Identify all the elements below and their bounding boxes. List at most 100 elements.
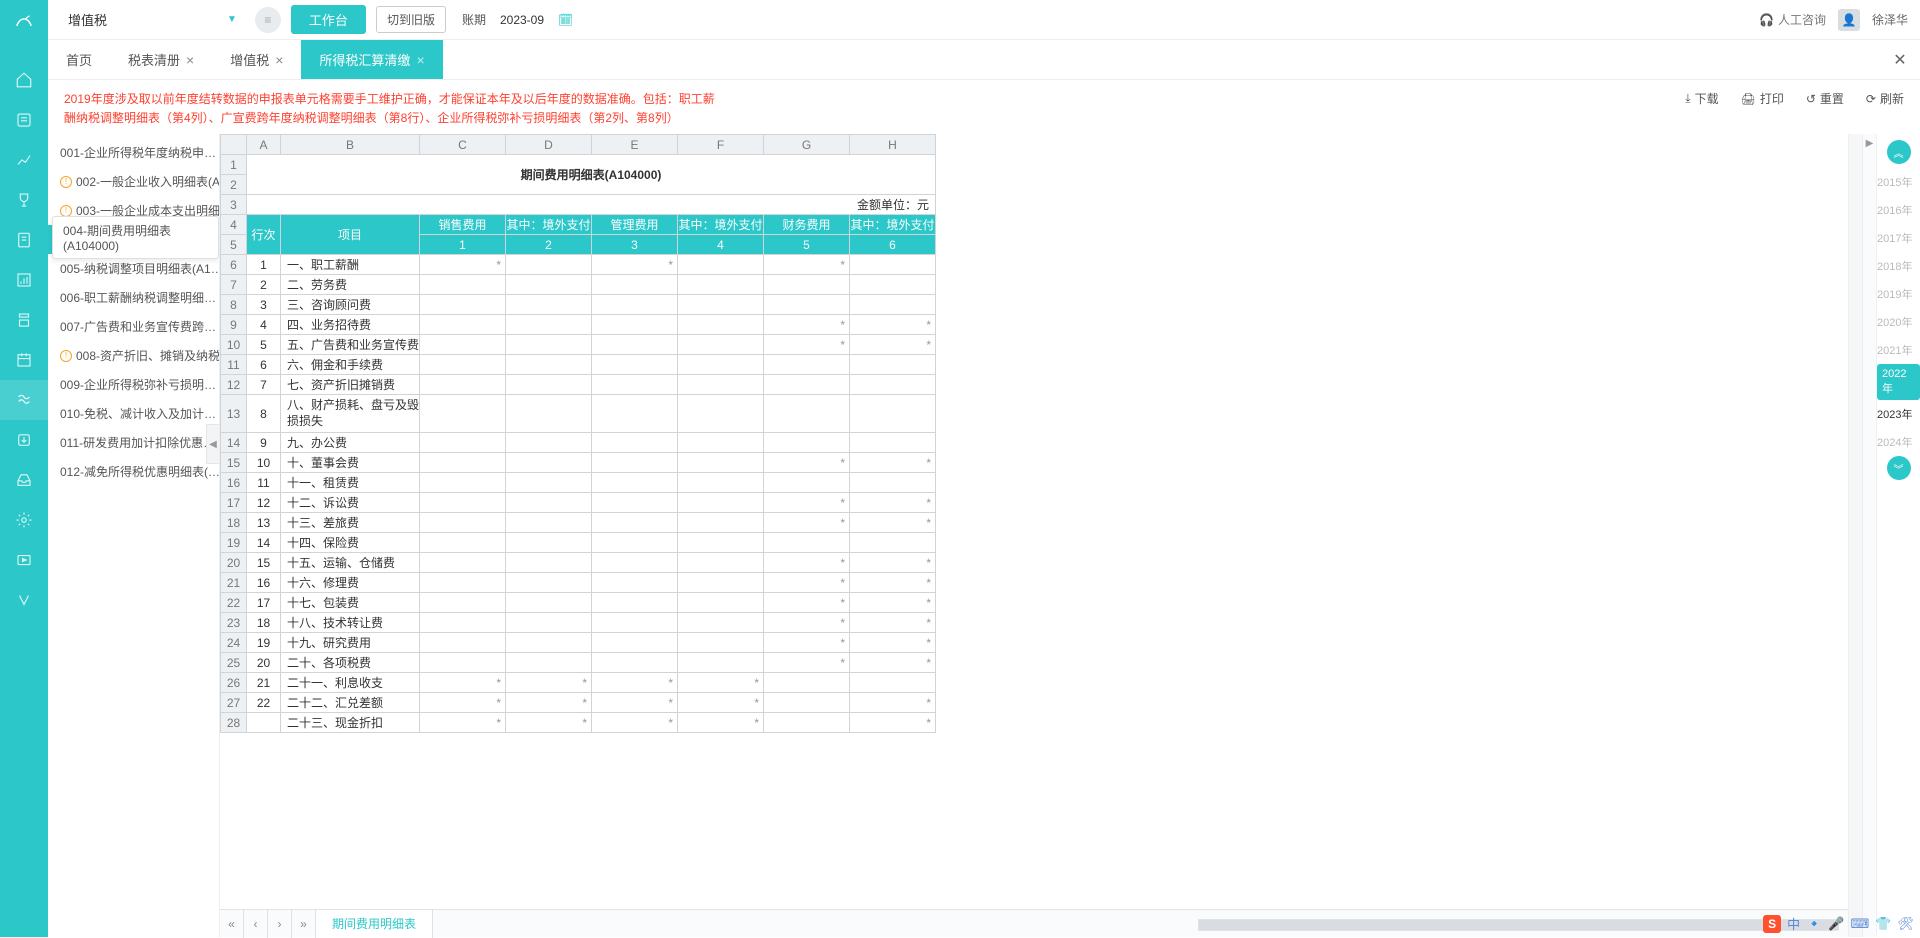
tab-3[interactable]: 所得税汇算清缴×	[301, 40, 442, 79]
cell[interactable]: 10	[247, 453, 281, 473]
cell[interactable]	[850, 355, 936, 375]
cell[interactable]	[420, 493, 506, 513]
cell[interactable]: *	[506, 713, 592, 733]
tab-0[interactable]: 首页	[48, 40, 110, 79]
cell[interactable]	[764, 473, 850, 493]
cell[interactable]: 21	[247, 673, 281, 693]
print-button[interactable]: 🖨打印	[1741, 90, 1784, 107]
form-list-item[interactable]: 009-企业所得税弥补亏损明…	[48, 370, 219, 399]
cell[interactable]	[592, 553, 678, 573]
nav-transfer-icon[interactable]	[0, 420, 48, 460]
cell[interactable]: 2	[247, 275, 281, 295]
cell[interactable]: *	[850, 335, 936, 355]
year-scroll-up[interactable]: ︽	[1887, 140, 1911, 164]
cell[interactable]	[506, 375, 592, 395]
cell[interactable]	[678, 453, 764, 473]
sheet-nav-prev[interactable]: ‹	[244, 910, 268, 938]
app-logo[interactable]	[8, 8, 40, 40]
cell[interactable]	[420, 275, 506, 295]
cell[interactable]	[678, 315, 764, 335]
cell[interactable]	[678, 395, 764, 433]
cell[interactable]: 八、财产损耗、盘亏及毁损损失	[281, 395, 420, 433]
row-header[interactable]: 9	[221, 315, 247, 335]
tab-close-icon[interactable]: ×	[275, 52, 283, 68]
cell[interactable]: *	[764, 613, 850, 633]
cell[interactable]	[420, 533, 506, 553]
cell[interactable]	[592, 593, 678, 613]
cell[interactable]: 15	[247, 553, 281, 573]
cell[interactable]: *	[850, 513, 936, 533]
col-header[interactable]: G	[764, 135, 850, 155]
year-item[interactable]: 2022年	[1877, 364, 1920, 400]
year-item[interactable]: 2019年	[1877, 280, 1920, 308]
row-header[interactable]: 19	[221, 533, 247, 553]
sheet-nav-next[interactable]: ›	[268, 910, 292, 938]
cell[interactable]	[592, 355, 678, 375]
form-list-item[interactable]: 011-研发费用加计扣除优惠…	[48, 428, 219, 457]
cell[interactable]	[592, 653, 678, 673]
cell[interactable]: *	[678, 693, 764, 713]
cell[interactable]	[420, 453, 506, 473]
cell[interactable]: 11	[247, 473, 281, 493]
cell[interactable]	[850, 533, 936, 553]
cell[interactable]	[678, 473, 764, 493]
cell[interactable]: 14	[247, 533, 281, 553]
cell[interactable]: *	[592, 713, 678, 733]
year-item[interactable]: 2015年	[1877, 168, 1920, 196]
close-all-tabs-icon[interactable]: ✕	[1880, 40, 1920, 79]
row-header[interactable]: 11	[221, 355, 247, 375]
cell[interactable]	[592, 275, 678, 295]
cell[interactable]	[850, 275, 936, 295]
tab-1[interactable]: 税表清册×	[110, 40, 212, 79]
cell[interactable]: *	[764, 315, 850, 335]
period-value[interactable]: 2023-09	[500, 13, 544, 27]
cell[interactable]: *	[764, 453, 850, 473]
cell[interactable]: *	[506, 693, 592, 713]
cell[interactable]	[506, 613, 592, 633]
cell[interactable]	[592, 633, 678, 653]
row-header[interactable]: 24	[221, 633, 247, 653]
col-header[interactable]: H	[850, 135, 936, 155]
cell[interactable]: 8	[247, 395, 281, 433]
form-list-item[interactable]: 007-广告费和业务宣传费跨…	[48, 312, 219, 341]
doc-indicator-icon[interactable]: ≡	[255, 7, 281, 33]
row-header[interactable]: 20	[221, 553, 247, 573]
year-item[interactable]: 2021年	[1877, 336, 1920, 364]
cell[interactable]	[506, 553, 592, 573]
cell[interactable]	[592, 335, 678, 355]
cell[interactable]	[764, 533, 850, 553]
reset-button[interactable]: ↺重置	[1806, 90, 1844, 107]
cell[interactable]: *	[592, 673, 678, 693]
cell[interactable]	[506, 275, 592, 295]
cell[interactable]	[506, 513, 592, 533]
col-header[interactable]: B	[281, 135, 420, 155]
cell[interactable]	[592, 573, 678, 593]
row-header[interactable]: 2	[221, 175, 247, 195]
cell[interactable]: 4	[247, 315, 281, 335]
cell[interactable]	[592, 513, 678, 533]
cell[interactable]	[592, 453, 678, 473]
form-list-item[interactable]: 006-职工薪酬纳税调整明细…	[48, 283, 219, 312]
cell[interactable]: 十四、保险费	[281, 533, 420, 553]
nav-home-icon[interactable]	[0, 60, 48, 100]
cell[interactable]	[678, 533, 764, 553]
col-header[interactable]: C	[420, 135, 506, 155]
user-avatar[interactable]: 👤	[1838, 9, 1860, 31]
cell[interactable]	[678, 553, 764, 573]
ime-mic-icon[interactable]: 🎤	[1828, 916, 1844, 932]
cell[interactable]: *	[764, 593, 850, 613]
sheet-nav-last[interactable]: »	[292, 910, 316, 938]
col-header[interactable]: D	[506, 135, 592, 155]
form-list-item[interactable]: !008-资产折旧、摊销及纳税…	[48, 341, 219, 370]
cell[interactable]: 12	[247, 493, 281, 513]
cell[interactable]	[678, 513, 764, 533]
ime-badge[interactable]: S	[1763, 915, 1781, 933]
cell[interactable]: 九、办公费	[281, 433, 420, 453]
cell[interactable]: 16	[247, 573, 281, 593]
cell[interactable]	[764, 355, 850, 375]
row-header[interactable]: 8	[221, 295, 247, 315]
cell[interactable]	[678, 295, 764, 315]
cell[interactable]	[247, 713, 281, 733]
sheet-nav-first[interactable]: «	[220, 910, 244, 938]
cell[interactable]: *	[506, 673, 592, 693]
